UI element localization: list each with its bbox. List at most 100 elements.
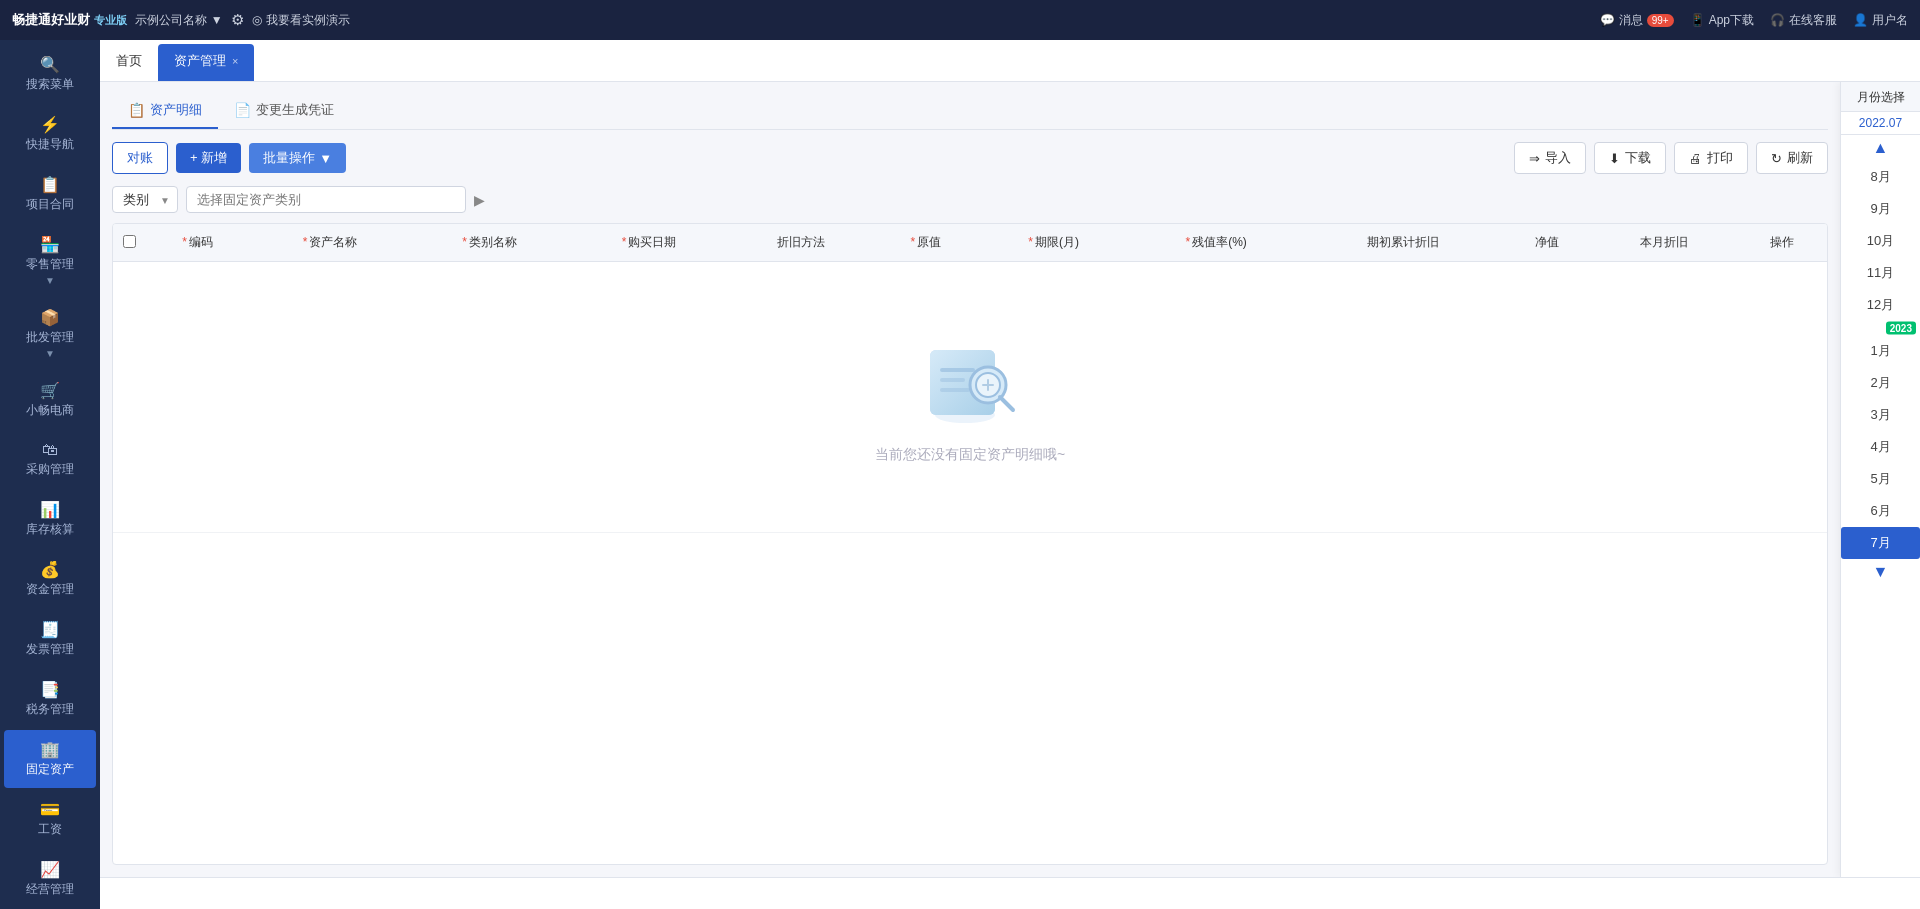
purchase-icon: 🛍	[42, 441, 58, 459]
chevron-down-icon: ▼	[45, 275, 55, 286]
settings-button[interactable]: ⚙	[231, 11, 244, 29]
table-empty-cell: 当前您还没有固定资产明细哦~	[113, 262, 1827, 533]
month-item-6[interactable]: 6月	[1841, 495, 1920, 527]
month-panel-header: 月份选择	[1841, 82, 1920, 112]
finance-icon: 💰	[40, 560, 60, 579]
category-input[interactable]	[186, 186, 466, 213]
change-icon: 📄	[234, 102, 251, 118]
content-area: 首页 资产管理 × 📋 资产明细 📄 变更生成凭证	[100, 40, 1920, 909]
import-icon: ⇒	[1529, 151, 1540, 166]
sidebar-item-purchase[interactable]: 🛍 采购管理	[4, 431, 96, 488]
th-net: 净值	[1502, 224, 1592, 262]
sidebar-item-label: 批发管理	[26, 329, 74, 346]
category-select[interactable]: 类别	[112, 186, 178, 213]
sidebar-item-label: 资金管理	[26, 581, 74, 598]
user-name: 用户名	[1872, 12, 1908, 29]
company-name: 示例公司名称	[135, 12, 207, 29]
month-item-11[interactable]: 11月	[1841, 257, 1920, 289]
select-all-header	[113, 224, 145, 262]
month-item-7[interactable]: 7月	[1841, 527, 1920, 559]
month-item-8[interactable]: 8月	[1841, 161, 1920, 193]
sub-tab-change[interactable]: 📄 变更生成凭证	[218, 94, 350, 129]
toolbar-right: ⇒ 导入 ⬇ 下载 🖨 打印 ↻ 刷新	[1514, 142, 1828, 174]
month-nav-up[interactable]: ▲	[1841, 135, 1920, 161]
month-item-4[interactable]: 4月	[1841, 431, 1920, 463]
operation-icon: 📈	[40, 860, 60, 879]
page-content: 📋 资产明细 📄 变更生成凭证 对账 + 新增	[100, 82, 1920, 877]
message-icon: 💬	[1600, 13, 1615, 27]
assets-table: *编码 *资产名称 *类别名称 *购买日期 折旧方法 *原值 *期限(月) *残…	[112, 223, 1828, 865]
import-button[interactable]: ⇒ 导入	[1514, 142, 1586, 174]
month-item-9[interactable]: 9月	[1841, 193, 1920, 225]
month-item-12[interactable]: 12月	[1841, 289, 1920, 321]
batch-button[interactable]: 批量操作 ▼	[249, 143, 346, 173]
match-button[interactable]: 对账	[112, 142, 168, 174]
close-icon[interactable]: ×	[232, 55, 238, 67]
month-item-2[interactable]: 2月	[1841, 367, 1920, 399]
add-button[interactable]: + 新增	[176, 143, 241, 173]
month-nav-down[interactable]: ▼	[1841, 559, 1920, 585]
message-label: 消息	[1619, 12, 1643, 29]
service-button[interactable]: 🎧 在线客服	[1770, 12, 1837, 29]
sidebar-item-tax[interactable]: 📑 税务管理	[4, 670, 96, 728]
month-item-1[interactable]: 1月	[1841, 335, 1920, 367]
main-layout: 🔍 搜索菜单 ⚡ 快捷导航 📋 项目合同 🏪 零售管理 ▼ 📦 批发管理 ▼ 🛒…	[0, 40, 1920, 909]
sidebar-item-nav[interactable]: ⚡ 快捷导航	[4, 105, 96, 163]
sub-tabs: 📋 资产明细 📄 变更生成凭证	[112, 94, 1828, 130]
user-avatar: 👤	[1853, 13, 1868, 27]
sidebar-item-assets[interactable]: 🏢 固定资产	[4, 730, 96, 788]
refresh-button[interactable]: ↻ 刷新	[1756, 142, 1828, 174]
sidebar-item-contract[interactable]: 📋 项目合同	[4, 165, 96, 223]
month-item-10[interactable]: 10月	[1841, 225, 1920, 257]
th-period: *期限(月)	[978, 224, 1128, 262]
company-selector[interactable]: 示例公司名称 ▼	[135, 12, 223, 29]
sidebar-item-retail[interactable]: 🏪 零售管理 ▼	[4, 225, 96, 296]
month-item-5[interactable]: 5月	[1841, 463, 1920, 495]
retail-icon: 🏪	[40, 235, 60, 254]
sidebar-item-search[interactable]: 🔍 搜索菜单	[4, 45, 96, 103]
topbar-right: 💬 消息 99+ 📱 App下载 🎧 在线客服 👤 用户名	[1600, 12, 1908, 29]
th-name: *资产名称	[250, 224, 409, 262]
sidebar-item-finance[interactable]: 💰 资金管理	[4, 550, 96, 608]
sidebar-item-inventory[interactable]: 📊 库存核算	[4, 490, 96, 548]
month-item-3[interactable]: 3月	[1841, 399, 1920, 431]
refresh-label: 刷新	[1787, 149, 1813, 167]
sidebar-item-salary[interactable]: 💳 工资	[4, 790, 96, 848]
sidebar-item-label: 小畅电商	[26, 402, 74, 419]
batch-arrow-icon: ▼	[319, 151, 332, 166]
download-icon: ⬇	[1609, 151, 1620, 166]
svg-line-8	[1000, 397, 1013, 410]
svg-rect-5	[940, 388, 970, 392]
sidebar-item-ecommerce[interactable]: 🛒 小畅电商	[4, 371, 96, 429]
demo-link[interactable]: ◎ 我要看实例演示	[252, 12, 350, 29]
download-label: 下载	[1625, 149, 1651, 167]
invoice-icon: 🧾	[40, 620, 60, 639]
sidebar-item-invoice[interactable]: 🧾 发票管理	[4, 610, 96, 668]
category-select-wrap: 类别	[112, 186, 178, 213]
service-label: 在线客服	[1789, 12, 1837, 29]
wholesale-icon: 📦	[40, 308, 60, 327]
tab-assets[interactable]: 资产管理 ×	[158, 44, 254, 81]
download-button[interactable]: ⬇ 下载	[1594, 142, 1666, 174]
filter-arrow-icon[interactable]: ▶	[474, 192, 485, 208]
contract-icon: 📋	[40, 175, 60, 194]
dropdown-icon: ▼	[211, 13, 223, 27]
demo-icon: ◎	[252, 13, 262, 27]
main-panel: 📋 资产明细 📄 变更生成凭证 对账 + 新增	[100, 82, 1840, 877]
month-panel-year: 2022.07	[1841, 112, 1920, 135]
message-button[interactable]: 💬 消息 99+	[1600, 12, 1674, 29]
app-download-button[interactable]: 📱 App下载	[1690, 12, 1754, 29]
brand-sub: 专业版	[94, 14, 127, 26]
sub-tab-detail[interactable]: 📋 资产明细	[112, 94, 218, 129]
th-code: *编码	[145, 224, 250, 262]
sub-tab-change-label: 变更生成凭证	[256, 101, 334, 119]
sidebar-item-label: 工资	[38, 821, 62, 838]
select-all-checkbox[interactable]	[123, 235, 136, 248]
print-label: 打印	[1707, 149, 1733, 167]
print-button[interactable]: 🖨 打印	[1674, 142, 1748, 174]
sidebar-item-operation[interactable]: 📈 经营管理	[4, 850, 96, 908]
tab-home[interactable]: 首页	[100, 44, 158, 81]
year-badge-tag: 2023	[1886, 322, 1916, 335]
sidebar-item-wholesale[interactable]: 📦 批发管理 ▼	[4, 298, 96, 369]
user-info[interactable]: 👤 用户名	[1853, 12, 1908, 29]
